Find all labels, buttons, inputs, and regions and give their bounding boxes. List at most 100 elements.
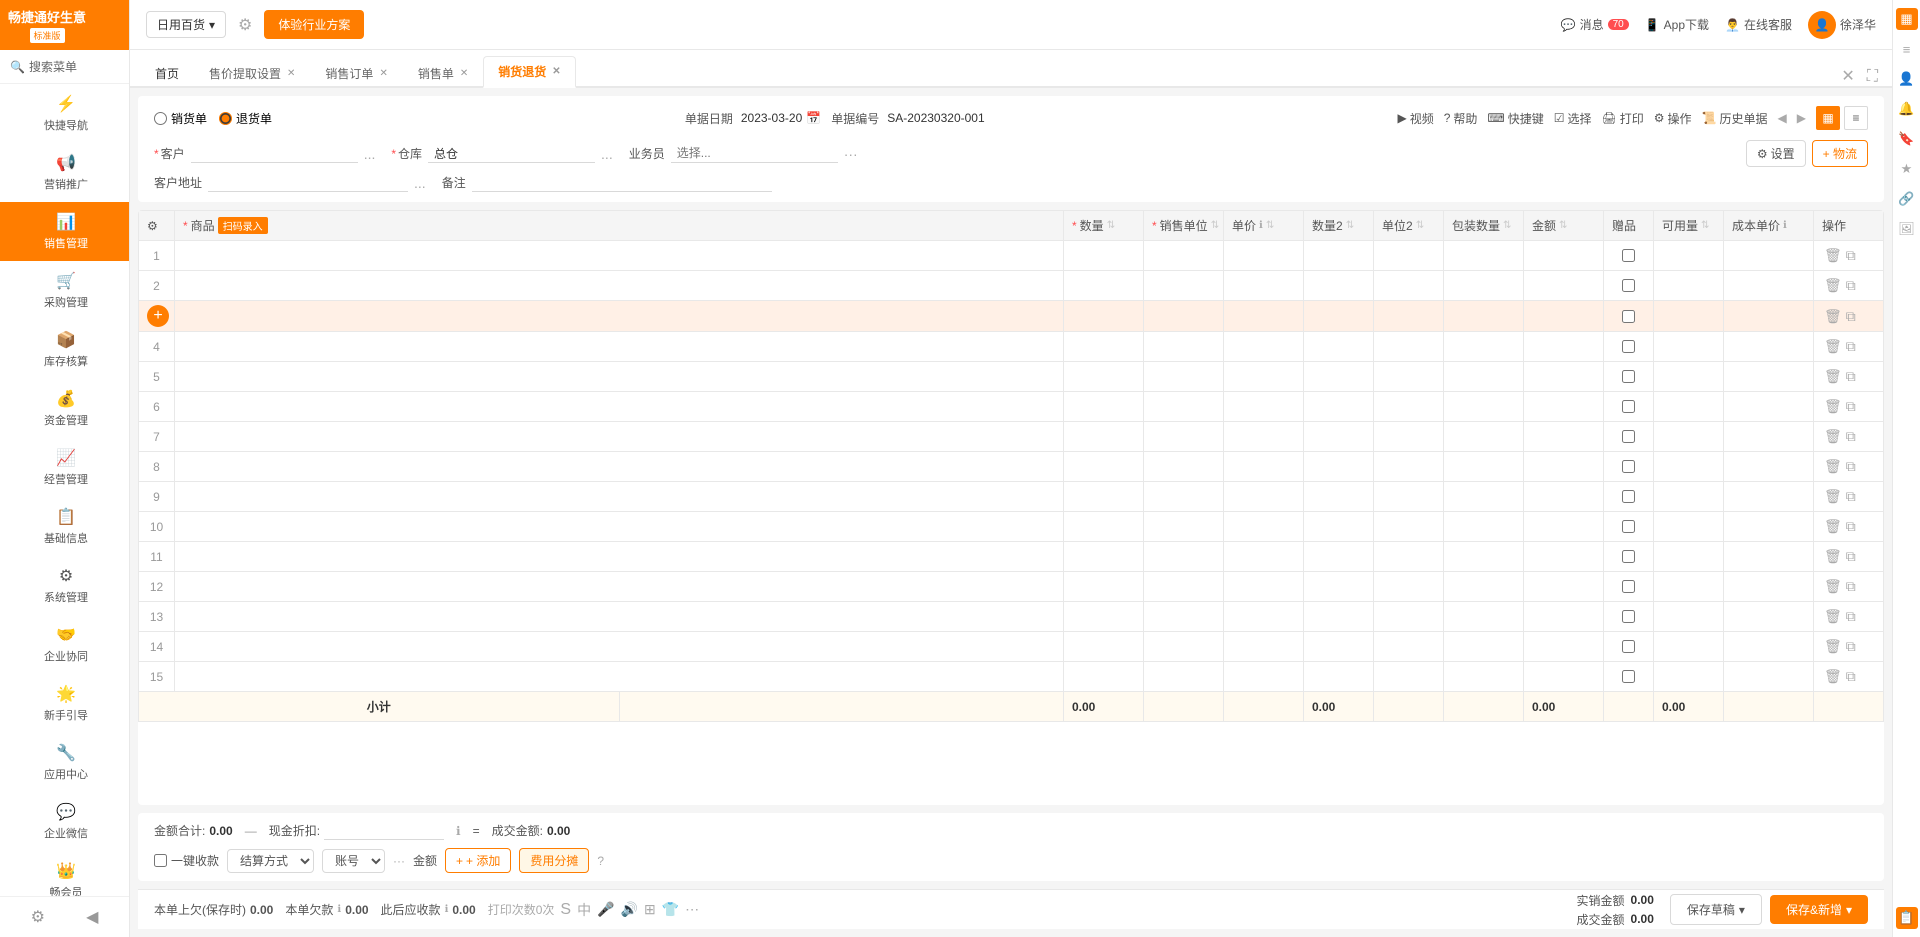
payment-help-icon[interactable]: ?	[597, 854, 604, 868]
cost-info-icon[interactable]: ℹ	[1783, 220, 1787, 231]
owed-info-icon[interactable]: ℹ	[337, 904, 341, 915]
tab-sale-return-close[interactable]: ✕	[552, 66, 560, 77]
account-select[interactable]: 账号	[322, 849, 385, 873]
one-click-label[interactable]: 一键收款	[154, 852, 219, 869]
unit2-sort-icon[interactable]: ⇅	[1416, 220, 1424, 231]
staff-dots[interactable]: ···	[844, 146, 858, 162]
copy-row-8[interactable]: ⧉	[1844, 456, 1858, 477]
delete-row-12[interactable]: 🗑	[1822, 576, 1844, 597]
delete-row-10[interactable]: 🗑	[1822, 516, 1844, 537]
cell-goods-14[interactable]	[175, 632, 1064, 662]
video-btn[interactable]: ▶ 视频	[1397, 110, 1433, 127]
right-btn-image[interactable]: 🖼	[1896, 218, 1918, 240]
copy-row-1[interactable]: ⧉	[1844, 245, 1858, 266]
save-draft-btn[interactable]: 保存草稿 ▾	[1670, 894, 1762, 925]
right-btn-bell[interactable]: 🔔	[1896, 98, 1918, 120]
delete-row-6[interactable]: 🗑	[1822, 396, 1844, 417]
cell-goods-4[interactable]	[175, 332, 1064, 362]
user-profile-btn[interactable]: 👤 徐泽华	[1808, 11, 1876, 39]
customer-input[interactable]	[191, 144, 358, 163]
gift-checkbox-10[interactable]	[1622, 520, 1635, 533]
copy-row-6[interactable]: ⧉	[1844, 396, 1858, 417]
delete-row-5[interactable]: 🗑	[1822, 366, 1844, 387]
cell-ops-7[interactable]: 🗑⧉	[1814, 422, 1884, 452]
tab-close-all[interactable]: ✕	[1833, 66, 1862, 86]
one-click-checkbox[interactable]	[154, 854, 167, 867]
cell-goods-15[interactable]	[175, 662, 1064, 692]
cell-ops-14[interactable]: 🗑⧉	[1814, 632, 1884, 662]
sidebar-item-newbie[interactable]: 🌟 新手引导	[0, 674, 129, 733]
sidebar-collapse-btn[interactable]: ◀	[86, 907, 98, 927]
sidebar-item-sales[interactable]: 📊 销售管理	[0, 202, 129, 261]
scan-badge[interactable]: 扫码录入	[218, 217, 268, 234]
select-btn[interactable]: ☑ 选择	[1554, 110, 1592, 127]
cell-goods-10[interactable]	[175, 512, 1064, 542]
gift-checkbox-15[interactable]	[1622, 670, 1635, 683]
footer-tool-more[interactable]: ⋯	[685, 901, 699, 918]
view-list-btn[interactable]: ≡	[1844, 106, 1868, 130]
address-dots[interactable]: ...	[414, 175, 426, 191]
print-btn[interactable]: 🖨 打印	[1602, 110, 1644, 127]
sidebar-item-promotion[interactable]: 📢 营销推广	[0, 143, 129, 202]
staff-input[interactable]	[671, 144, 838, 163]
copy-row-4[interactable]: ⧉	[1844, 336, 1858, 357]
copy-row-9[interactable]: ⧉	[1844, 486, 1858, 507]
sidebar-item-member[interactable]: 👑 畅会员	[0, 851, 129, 896]
delete-row-9[interactable]: 🗑	[1822, 486, 1844, 507]
info-btn[interactable]: ℹ	[456, 824, 461, 838]
cell-goods-7[interactable]	[175, 422, 1064, 452]
copy-row-5[interactable]: ⧉	[1844, 366, 1858, 387]
sidebar-item-apps[interactable]: 🔧 应用中心	[0, 733, 129, 792]
gift-checkbox-2[interactable]	[1622, 279, 1635, 292]
footer-tool-s[interactable]: S	[560, 901, 571, 919]
trial-btn[interactable]: 体验行业方案	[264, 10, 364, 39]
logistics-btn[interactable]: + 物流	[1812, 140, 1868, 167]
cell-goods-11[interactable]	[175, 542, 1064, 572]
settings-btn[interactable]: ⚙ 设置	[1746, 140, 1806, 167]
tab-sale-out[interactable]: 销售单 ✕	[403, 58, 483, 88]
radio-sale[interactable]: 销货单	[154, 110, 207, 127]
gift-checkbox-12[interactable]	[1622, 580, 1635, 593]
avail-sort-icon[interactable]: ⇅	[1701, 220, 1709, 231]
tab-sale-return[interactable]: 销货退货 ✕	[483, 56, 575, 88]
online-service-btn[interactable]: 👨‍💼 在线客服	[1725, 16, 1792, 33]
tab-maximize[interactable]: ⛶	[1863, 68, 1882, 86]
right-btn-bookmark[interactable]: 🔖	[1896, 128, 1918, 150]
cell-ops-2[interactable]: 🗑⧉	[1814, 271, 1884, 301]
cell-goods-2[interactable]	[175, 271, 1064, 301]
gift-checkbox-6[interactable]	[1622, 400, 1635, 413]
gift-checkbox-4[interactable]	[1622, 340, 1635, 353]
calendar-icon[interactable]: 📅	[806, 111, 821, 125]
gift-checkbox-13[interactable]	[1622, 610, 1635, 623]
cell-goods-9[interactable]	[175, 482, 1064, 512]
copy-row-15[interactable]: ⧉	[1844, 666, 1858, 687]
copy-row-3[interactable]: ⧉	[1844, 306, 1858, 327]
price-sort-icon[interactable]: ⇅	[1266, 220, 1274, 231]
copy-row-12[interactable]: ⧉	[1844, 576, 1858, 597]
help-btn[interactable]: ? 帮助	[1444, 110, 1478, 127]
column-settings-icon[interactable]: ⚙	[147, 219, 158, 233]
footer-tool-grid[interactable]: ⊞	[644, 901, 656, 918]
cell-ops-8[interactable]: 🗑⧉	[1814, 452, 1884, 482]
unit-sort-icon[interactable]: ⇅	[1211, 220, 1219, 231]
settlement-select[interactable]: 结算方式	[227, 849, 314, 873]
message-btn[interactable]: 💬 消息 70	[1561, 16, 1629, 33]
gift-checkbox-7[interactable]	[1622, 430, 1635, 443]
remark-input[interactable]	[472, 173, 772, 192]
sidebar-item-finance[interactable]: 💰 资金管理	[0, 379, 129, 438]
cell-goods-3[interactable]	[175, 301, 1064, 332]
delete-row-8[interactable]: 🗑	[1822, 456, 1844, 477]
cell-goods-8[interactable]	[175, 452, 1064, 482]
cell-ops-5[interactable]: 🗑⧉	[1814, 362, 1884, 392]
delete-row-4[interactable]: 🗑	[1822, 336, 1844, 357]
sidebar-item-operation[interactable]: 📈 经营管理	[0, 438, 129, 497]
sidebar-settings-btn[interactable]: ⚙	[31, 907, 45, 927]
right-btn-star[interactable]: ★	[1896, 158, 1918, 180]
qty-sort-icon[interactable]: ⇅	[1107, 220, 1115, 231]
warehouse-search-btn[interactable]: ...	[601, 146, 613, 162]
cell-goods-12[interactable]	[175, 572, 1064, 602]
gift-checkbox-9[interactable]	[1622, 490, 1635, 503]
price-info-icon[interactable]: ℹ	[1259, 220, 1263, 231]
sidebar-item-inventory[interactable]: 📦 库存核算	[0, 320, 129, 379]
copy-row-7[interactable]: ⧉	[1844, 426, 1858, 447]
